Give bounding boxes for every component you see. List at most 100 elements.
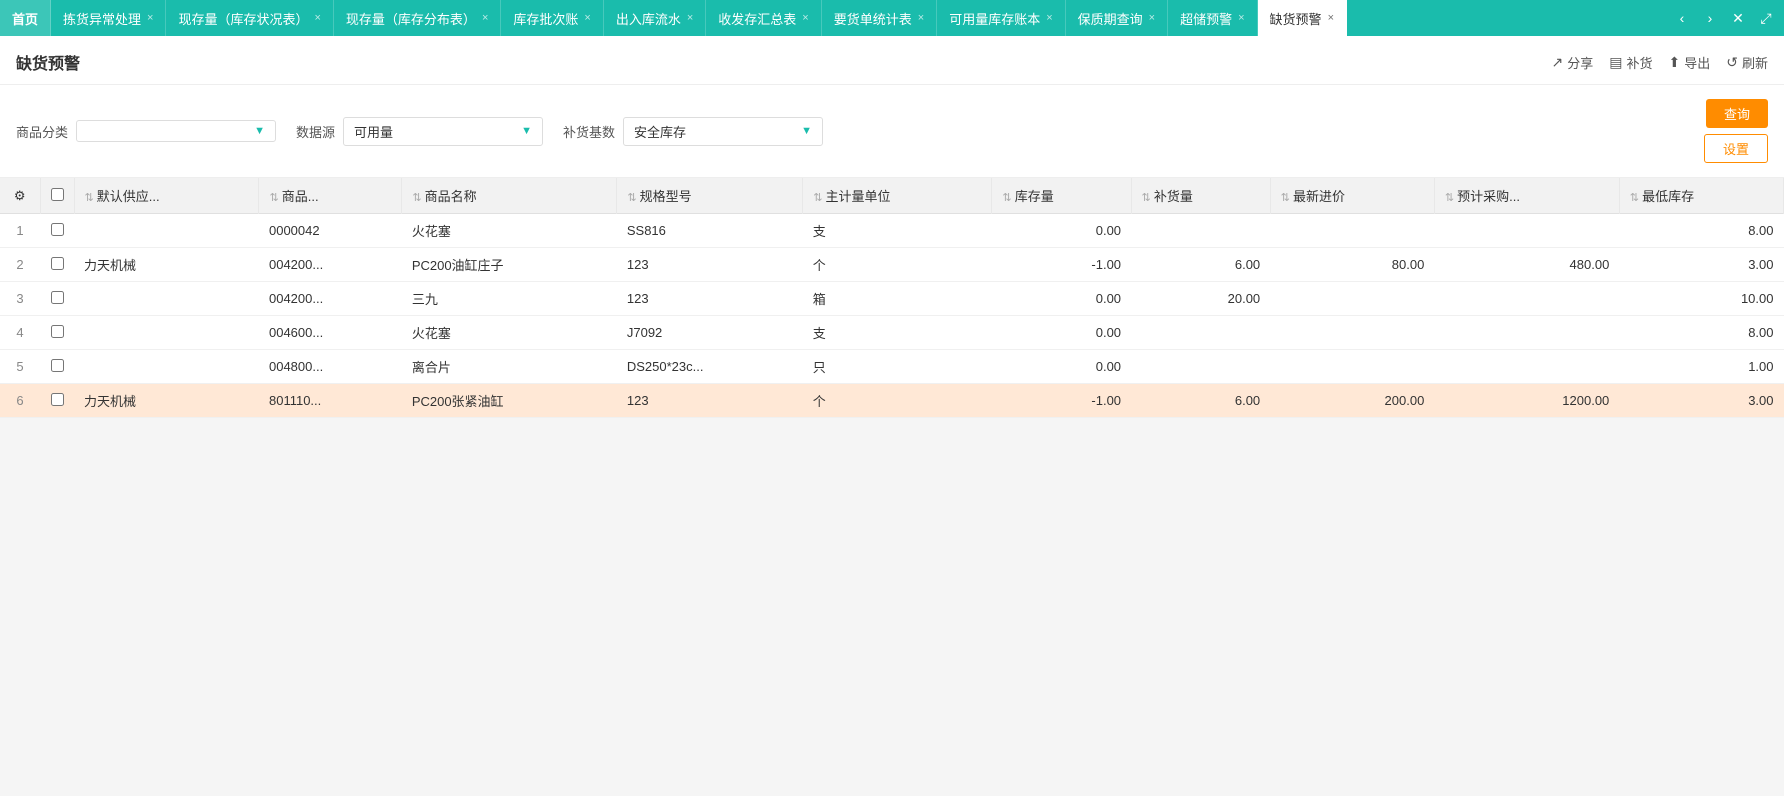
nav-close-button[interactable]: ✕ (1724, 4, 1752, 32)
row-name-6: PC200张紧油缸 (402, 384, 617, 418)
tab-available-ledger[interactable]: 可用量库存账本 × (937, 0, 1065, 36)
row-replenish-1 (1131, 214, 1270, 248)
table-header-row: ⚙ 默认供应... 商品... 商品名称 规格型号 主计量单位 库存量 补货量 … (0, 178, 1784, 214)
share-label: 分享 (1567, 53, 1593, 72)
row-unit-3: 箱 (803, 282, 992, 316)
row-supplier-2: 力天机械 (74, 248, 259, 282)
export-button[interactable]: ⬆ 导出 (1669, 53, 1711, 72)
col-default-supplier[interactable]: 默认供应... (74, 178, 259, 214)
tab-batch-account[interactable]: 库存批次账 × (501, 0, 603, 36)
tab-receipt-summary[interactable]: 收发存汇总表 × (706, 0, 821, 36)
row-latest-price-6: 200.00 (1270, 384, 1434, 418)
tab-overstock[interactable]: 超储预警 × (1168, 0, 1257, 36)
col-latest-price[interactable]: 最新进价 (1270, 178, 1434, 214)
row-spec-2: 123 (617, 248, 803, 282)
settings-button[interactable]: 设置 (1704, 134, 1768, 163)
table-row: 3 004200... 三九 123 箱 0.00 20.00 10.00 (0, 282, 1784, 316)
col-min-stock[interactable]: 最低库存 (1619, 178, 1783, 214)
row-code-2: 004200... (259, 248, 402, 282)
row-code-3: 004200... (259, 282, 402, 316)
close-tab-receipt[interactable]: × (802, 12, 808, 24)
filter-actions: 查询 设置 (1704, 99, 1768, 163)
replenish-button[interactable]: ▤ 补货 (1609, 53, 1652, 72)
row-code-6: 801110... (259, 384, 402, 418)
row-replenish-6: 6.00 (1131, 384, 1270, 418)
row-code-4: 004600... (259, 316, 402, 350)
category-filter-group: 商品分类 ▼ (16, 120, 276, 142)
datasource-value: 可用量 (354, 122, 393, 141)
table-row: 2 力天机械 004200... PC200油缸庄子 123 个 -1.00 6… (0, 248, 1784, 282)
row-spec-4: J7092 (617, 316, 803, 350)
row-replenish-2: 6.00 (1131, 248, 1270, 282)
tab-inventory-dist[interactable]: 现存量（库存分布表） × (334, 0, 501, 36)
row-checkbox-6[interactable] (40, 384, 74, 418)
tab-picking-exception[interactable]: 拣货异常处理 × (51, 0, 166, 36)
gear-col-header[interactable]: ⚙ (0, 178, 40, 214)
row-est-purchase-6: 1200.00 (1434, 384, 1619, 418)
header-actions: ↗ 分享 ▤ 补货 ⬆ 导出 ↺ 刷新 (1552, 53, 1769, 72)
close-tab-picking[interactable]: × (147, 12, 153, 24)
row-spec-5: DS250*23c... (617, 350, 803, 384)
close-tab-available[interactable]: × (1046, 12, 1052, 24)
col-product-name[interactable]: 商品名称 (402, 178, 617, 214)
row-checkbox-1[interactable] (40, 214, 74, 248)
col-product-code[interactable]: 商品... (259, 178, 402, 214)
row-num-3: 3 (0, 282, 40, 316)
export-label: 导出 (1684, 53, 1710, 72)
row-unit-2: 个 (803, 248, 992, 282)
tab-inout-flow[interactable]: 出入库流水 × (604, 0, 706, 36)
datasource-label: 数据源 (296, 122, 335, 141)
select-all-checkbox[interactable] (51, 188, 64, 201)
col-stock[interactable]: 库存量 (992, 178, 1131, 214)
export-icon: ⬆ (1669, 54, 1681, 71)
row-num-1: 1 (0, 214, 40, 248)
replenish-base-label: 补货基数 (563, 122, 615, 141)
share-button[interactable]: ↗ 分享 (1552, 53, 1594, 72)
query-button[interactable]: 查询 (1706, 99, 1768, 128)
row-min-stock-6: 3.00 (1619, 384, 1783, 418)
nav-restore-button[interactable]: ⤢ (1752, 4, 1780, 32)
page-title: 缺货预警 (16, 50, 1552, 74)
row-checkbox-2[interactable] (40, 248, 74, 282)
category-select[interactable]: ▼ (76, 120, 276, 142)
filter-bar: 商品分类 ▼ 数据源 可用量 ▼ 补货基数 安全库存 ▼ 查询 设置 (0, 85, 1784, 178)
replenish-base-arrow-icon: ▼ (801, 125, 812, 137)
tab-inventory-status[interactable]: 现存量（库存状况表） × (166, 0, 333, 36)
row-checkbox-5[interactable] (40, 350, 74, 384)
page-header: 缺货预警 ↗ 分享 ▤ 补货 ⬆ 导出 ↺ 刷新 (0, 36, 1784, 85)
tab-order-stats[interactable]: 要货单统计表 × (822, 0, 937, 36)
tab-shortage[interactable]: 缺货预警 × (1258, 0, 1347, 36)
tab-expiry-query[interactable]: 保质期查询 × (1066, 0, 1168, 36)
close-tab-batch[interactable]: × (584, 12, 590, 24)
nav-prev-button[interactable]: ‹ (1668, 4, 1696, 32)
close-tab-flow[interactable]: × (687, 12, 693, 24)
row-num-2: 2 (0, 248, 40, 282)
row-latest-price-3 (1270, 282, 1434, 316)
col-est-purchase[interactable]: 预计采购... (1434, 178, 1619, 214)
row-name-4: 火花塞 (402, 316, 617, 350)
table-row: 6 力天机械 801110... PC200张紧油缸 123 个 -1.00 6… (0, 384, 1784, 418)
checkbox-col-header[interactable] (40, 178, 74, 214)
nav-next-button[interactable]: › (1696, 4, 1724, 32)
refresh-icon: ↺ (1726, 54, 1738, 71)
close-tab-inv-status[interactable]: × (314, 12, 320, 24)
row-checkbox-3[interactable] (40, 282, 74, 316)
close-tab-inv-dist[interactable]: × (482, 12, 488, 24)
replenish-base-select[interactable]: 安全库存 ▼ (623, 117, 823, 146)
close-tab-order[interactable]: × (918, 12, 924, 24)
close-tab-overstock[interactable]: × (1238, 12, 1244, 24)
row-checkbox-4[interactable] (40, 316, 74, 350)
datasource-select[interactable]: 可用量 ▼ (343, 117, 543, 146)
refresh-button[interactable]: ↺ 刷新 (1726, 53, 1768, 72)
row-est-purchase-2: 480.00 (1434, 248, 1619, 282)
row-supplier-6: 力天机械 (74, 384, 259, 418)
close-tab-expiry[interactable]: × (1149, 12, 1155, 24)
close-tab-shortage[interactable]: × (1328, 12, 1334, 24)
row-spec-3: 123 (617, 282, 803, 316)
row-min-stock-2: 3.00 (1619, 248, 1783, 282)
col-replenish[interactable]: 补货量 (1131, 178, 1270, 214)
tab-home[interactable]: 首页 (0, 0, 51, 36)
col-spec[interactable]: 规格型号 (617, 178, 803, 214)
row-unit-4: 支 (803, 316, 992, 350)
col-unit[interactable]: 主计量单位 (803, 178, 992, 214)
